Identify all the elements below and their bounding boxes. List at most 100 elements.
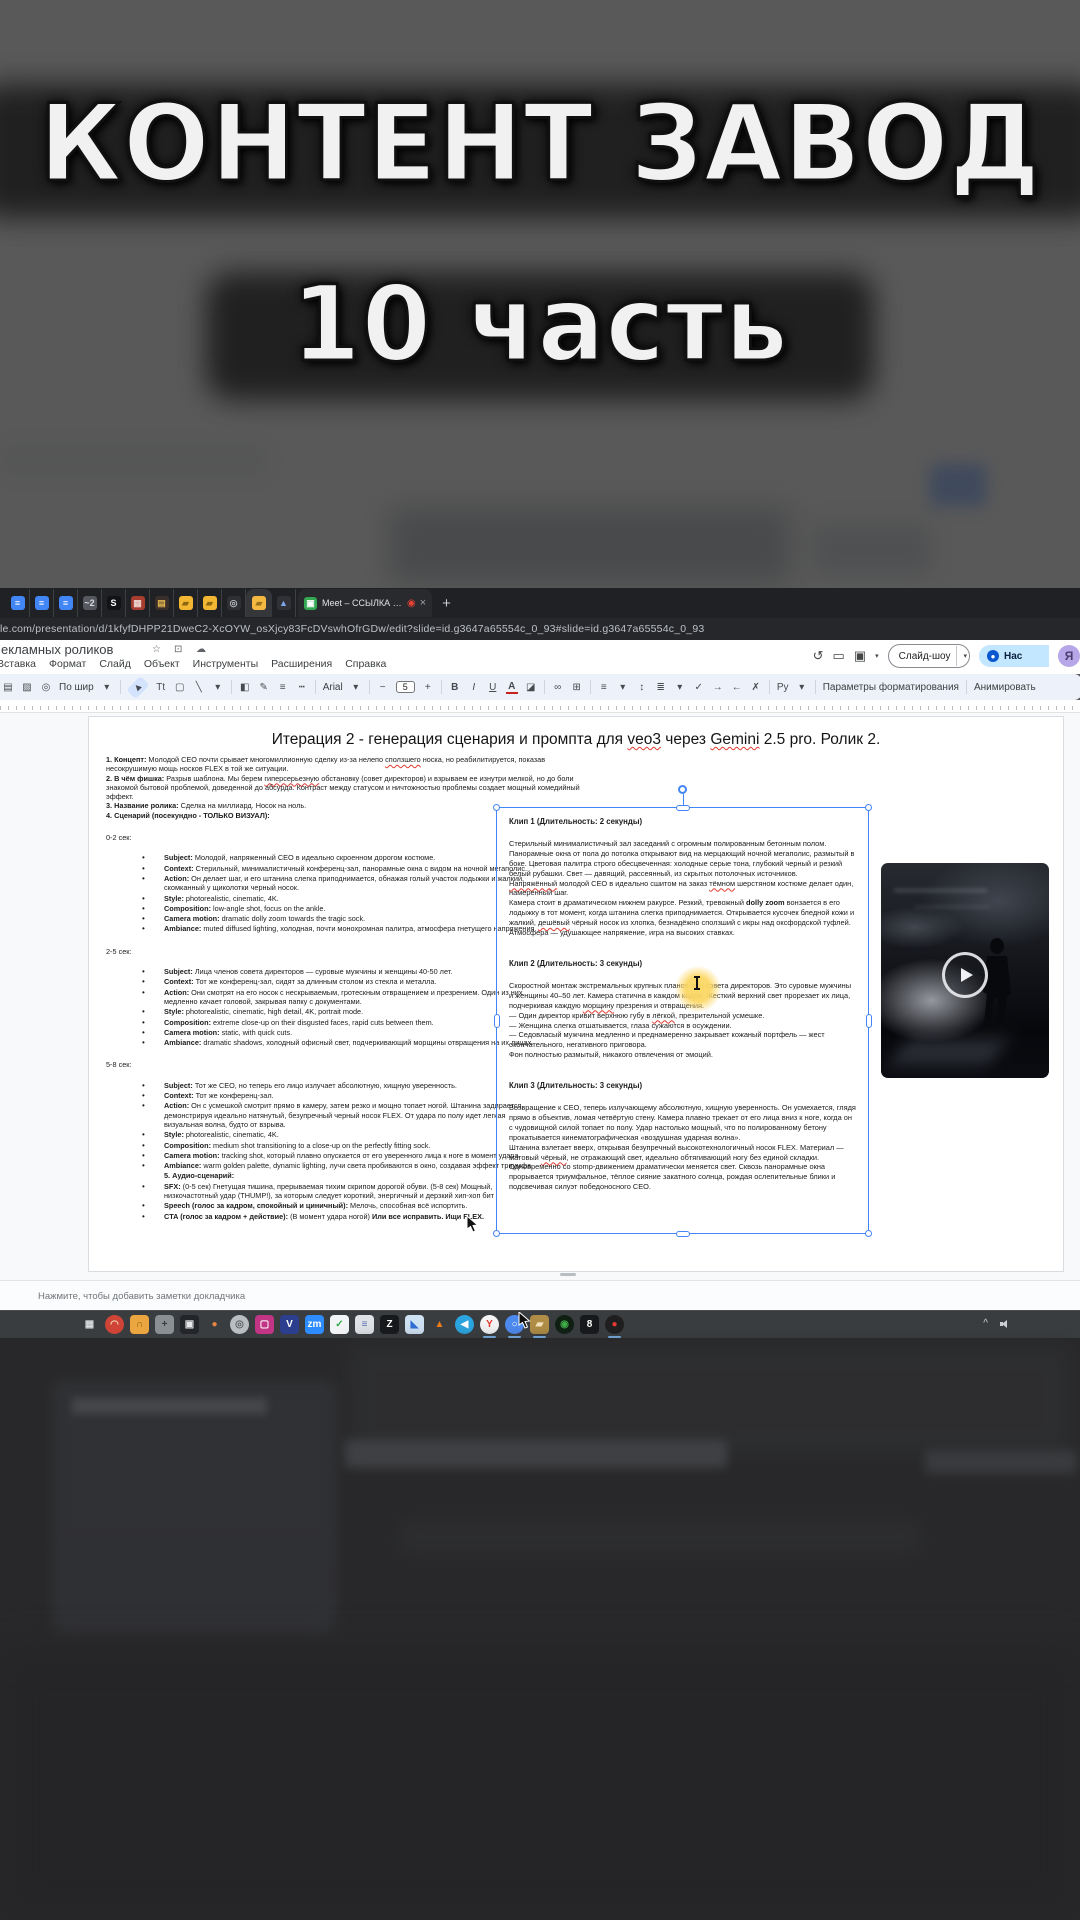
share-button[interactable]: ● Нас (979, 645, 1049, 667)
images-app-icon[interactable]: ◣ (405, 1315, 424, 1334)
v-app-icon[interactable]: V (280, 1315, 299, 1334)
speaker-notes-bar[interactable]: Нажмите, чтобы добавить заметки докладчи… (0, 1280, 1080, 1311)
move-folder-icon[interactable]: ⊡ (174, 644, 182, 655)
pinned-tab[interactable]: ≡ (54, 589, 78, 617)
text-box-tool[interactable]: Tt (155, 682, 167, 693)
star-icon[interactable]: ☆ (152, 644, 161, 655)
animate-button[interactable]: Анимировать (974, 682, 1036, 693)
chevron-down-icon[interactable]: ▾ (617, 682, 629, 693)
lock-app-icon[interactable]: ∩ (130, 1315, 149, 1334)
chevron-down-icon[interactable]: ▾ (101, 682, 113, 693)
ruler-app-icon[interactable]: ≡ (355, 1315, 374, 1334)
pinned-tab[interactable]: S (102, 589, 126, 617)
notes-drag-handle[interactable] (560, 1273, 576, 1276)
decrease-font-icon[interactable]: − (377, 682, 389, 693)
insert-image-icon[interactable]: ⊞ (571, 682, 583, 693)
highlight-color-button[interactable]: ◪ (525, 682, 537, 693)
menu-Инструменты[interactable]: Инструменты (193, 658, 258, 670)
font-family-select[interactable]: Arial (323, 682, 343, 693)
comments-icon[interactable]: ▭ (833, 648, 845, 664)
browser-red-icon[interactable]: ◠ (105, 1315, 124, 1334)
bold-button[interactable]: B (449, 682, 461, 693)
pinned-tab[interactable]: ~2 (78, 589, 102, 617)
paint-format-icon[interactable]: ▨ (21, 682, 33, 693)
z-app-icon[interactable]: Z (380, 1315, 399, 1334)
line-tool[interactable]: ╲ (193, 682, 205, 693)
pinned-tab[interactable]: ▰ (198, 589, 222, 617)
indent-increase-icon[interactable]: → (712, 682, 724, 693)
ruler[interactable] (0, 700, 1080, 713)
chevron-down-icon[interactable]: ▾ (796, 682, 808, 693)
start-menu-icon[interactable]: ▦ (80, 1315, 99, 1334)
rotation-handle[interactable] (678, 785, 687, 794)
pinned-tab[interactable]: ◎ (222, 589, 246, 617)
insert-link-icon[interactable]: ∞ (552, 682, 564, 693)
italic-button[interactable]: I (468, 682, 480, 693)
clear-formatting-icon[interactable]: ✗ (750, 682, 762, 693)
menu-Формат[interactable]: Формат (49, 658, 86, 670)
disc-app-icon[interactable]: ◎ (230, 1315, 249, 1334)
meet-tab[interactable]: ▣ Meet – ССЫЛКА ДЛЯ ВСТР ◉ × (298, 589, 433, 617)
border-color-icon[interactable]: ✎ (258, 682, 270, 693)
line-spacing-icon[interactable]: ↕ (636, 682, 648, 693)
leaf-app-icon[interactable]: ✓ (330, 1315, 349, 1334)
tools-app-icon[interactable]: + (155, 1315, 174, 1334)
fill-color-icon[interactable]: ◧ (239, 682, 251, 693)
print-icon[interactable]: ▤ (2, 682, 14, 693)
system-tray[interactable]: ^ (983, 1318, 1010, 1329)
menu-Вставка[interactable]: Вставка (0, 658, 36, 670)
active-pinned-tab[interactable]: ▰ (246, 589, 272, 617)
menu-Справка[interactable]: Справка (345, 658, 386, 670)
pinned-tab[interactable]: ▲ (272, 589, 296, 617)
record-app-icon[interactable]: ● (605, 1315, 624, 1338)
menu-Слайд[interactable]: Слайд (99, 658, 131, 670)
pinned-tab[interactable]: ▦ (126, 589, 150, 617)
play-button[interactable] (942, 951, 988, 998)
font-size-input[interactable]: 5 (395, 681, 415, 693)
menu-Расширения[interactable]: Расширения (271, 658, 332, 670)
selected-text-box[interactable]: Клип 1 (Длительность: 2 секунды) Стерильн… (493, 785, 872, 1237)
photos-dark-icon[interactable]: ▣ (180, 1315, 199, 1334)
document-title[interactable]: екламных роликов (1, 642, 113, 657)
volume-icon[interactable] (1000, 1319, 1010, 1328)
tray-chevron-icon[interactable]: ^ (983, 1318, 988, 1329)
resize-handle[interactable] (865, 1013, 872, 1028)
checklist-icon[interactable]: ✓ (693, 682, 705, 693)
align-icon[interactable]: ≡ (598, 682, 610, 693)
format-options-button[interactable]: Параметры форматирования (823, 682, 959, 693)
border-weight-icon[interactable]: ≡ (277, 682, 289, 693)
close-tab-icon[interactable]: × (420, 597, 426, 609)
telegram-icon[interactable]: ◀ (455, 1315, 474, 1334)
history-icon[interactable]: ↺ (813, 648, 824, 664)
slideshow-button[interactable]: Слайд-шоу ▾ (887, 644, 970, 668)
resize-handle[interactable] (493, 1013, 500, 1028)
resize-handle[interactable] (675, 1230, 690, 1237)
resize-handle[interactable] (865, 804, 872, 811)
green-ring-app-icon[interactable]: ◉ (555, 1315, 574, 1334)
zoom-select[interactable]: По шир (59, 682, 94, 693)
text-color-button[interactable]: A (505, 681, 518, 694)
indent-decrease-icon[interactable]: ← (731, 682, 743, 693)
underline-button[interactable]: U (487, 682, 499, 693)
zoom-app-icon[interactable]: zm (305, 1315, 324, 1334)
resize-handle[interactable] (493, 804, 500, 811)
address-bar[interactable]: le.com/presentation/d/1kfyfDHPP21DweC2-X… (0, 618, 1080, 640)
avatar[interactable]: Я (1058, 645, 1080, 667)
resize-handle[interactable] (675, 804, 690, 811)
pinned-tab[interactable]: ≡ (30, 589, 54, 617)
zoom-icon[interactable]: ◎ (40, 682, 52, 693)
python-format-icon[interactable]: Pу (777, 682, 789, 693)
new-tab-button[interactable]: + (442, 595, 451, 612)
slide[interactable]: Итерация 2 - генерация сценария и промпт… (88, 716, 1064, 1272)
video-thumbnail[interactable] (881, 863, 1049, 1078)
border-dash-icon[interactable]: ┅ (296, 682, 308, 693)
chevron-down-icon[interactable]: ▾ (674, 682, 686, 693)
yandex-browser-icon[interactable]: Y (480, 1315, 499, 1338)
shape-tool[interactable]: ▢ (174, 682, 186, 693)
chevron-down-icon[interactable]: ▾ (212, 682, 224, 693)
chevron-down-icon[interactable]: ▾ (350, 682, 362, 693)
orange-app-icon[interactable]: ● (205, 1315, 224, 1334)
chevron-down-icon[interactable]: ▾ (875, 652, 879, 660)
pinned-tab[interactable]: ▰ (174, 589, 198, 617)
resize-handle[interactable] (493, 1230, 500, 1237)
